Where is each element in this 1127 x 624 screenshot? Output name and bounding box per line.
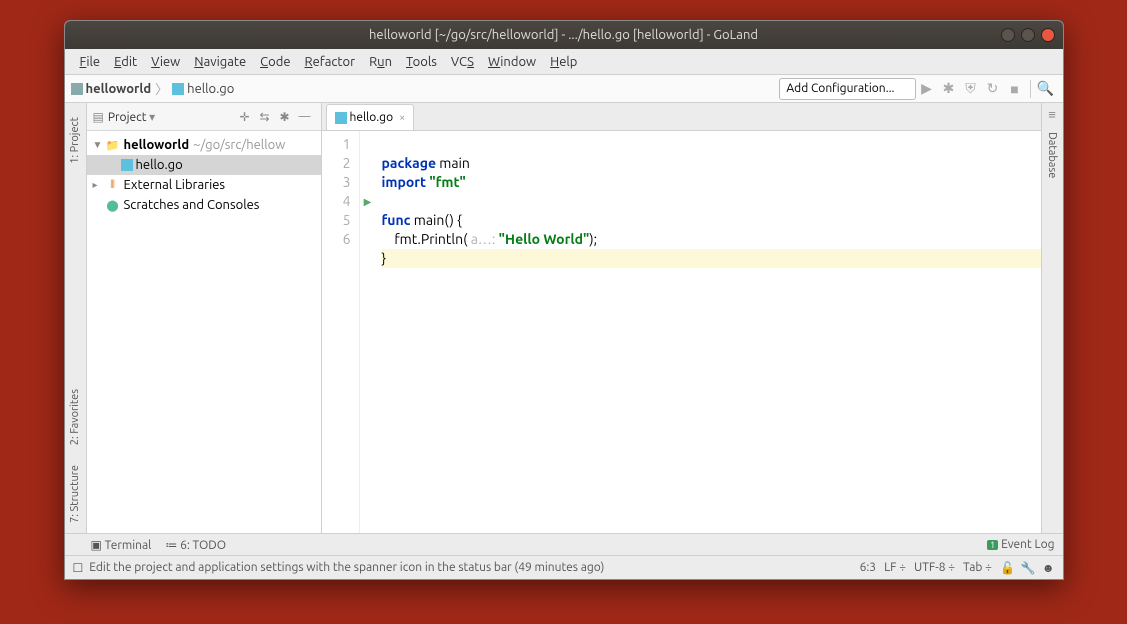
tree-file-hello[interactable]: hello.go xyxy=(87,155,321,175)
add-configuration-button[interactable]: Add Configuration... xyxy=(779,78,915,100)
line-num: 1 xyxy=(322,135,351,154)
todo-tool-tab[interactable]: ≔ 6: TODO xyxy=(165,538,226,552)
settings-wrench-icon[interactable]: 🔧 xyxy=(1021,561,1036,575)
window-buttons xyxy=(1001,28,1055,42)
menu-help[interactable]: Help xyxy=(543,55,584,69)
collapse-icon[interactable]: ⇆ xyxy=(257,109,273,125)
tree-root-path: ~/go/src/hellow xyxy=(193,138,285,152)
library-icon: ⫴ xyxy=(105,179,121,192)
tree-root-label: helloworld xyxy=(124,138,190,152)
close-tab-icon[interactable]: × xyxy=(399,112,405,124)
go-file-icon xyxy=(121,159,133,171)
profile-icon[interactable]: ↻ xyxy=(984,80,1002,98)
divider xyxy=(1030,80,1031,98)
tree-external-libraries[interactable]: ▸⫴ External Libraries xyxy=(87,175,321,195)
menu-view[interactable]: View xyxy=(144,55,187,69)
settings-icon[interactable]: ✱ xyxy=(277,109,293,125)
minimize-button[interactable] xyxy=(1001,28,1015,42)
database-icon[interactable]: ≡ xyxy=(1048,107,1056,122)
line-num: 6 xyxy=(322,230,351,249)
tool-window-bar: ▣ Terminal ≔ 6: TODO 1Event Log xyxy=(65,533,1063,555)
stop-icon[interactable]: ■ xyxy=(1006,80,1024,98)
terminal-tool-tab[interactable]: ▣ Terminal xyxy=(91,538,152,552)
tree-root[interactable]: ▼📁 helloworld ~/go/src/hellow xyxy=(87,135,321,155)
event-log-tab[interactable]: 1Event Log xyxy=(987,538,1054,551)
line-num: 2 xyxy=(322,154,351,173)
tree-scratches[interactable]: ⬤ Scratches and Consoles xyxy=(87,195,321,215)
tree-external-label: External Libraries xyxy=(124,178,226,192)
menu-file[interactable]: File xyxy=(73,55,108,69)
menu-edit[interactable]: Edit xyxy=(107,55,144,69)
titlebar[interactable]: helloworld [~/go/src/helloworld] - .../h… xyxy=(65,21,1063,49)
locate-icon[interactable]: ✛ xyxy=(237,109,253,125)
menu-code[interactable]: Code xyxy=(253,55,297,69)
search-icon[interactable]: 🔍 xyxy=(1037,80,1055,98)
run-line-marker[interactable]: ▶ xyxy=(360,192,376,211)
close-button[interactable] xyxy=(1041,28,1055,42)
breadcrumb-separator: 〉 xyxy=(155,79,168,98)
breadcrumb-project[interactable]: helloworld xyxy=(86,82,152,96)
folder-icon xyxy=(71,83,83,95)
indent[interactable]: Tab ÷ xyxy=(963,561,992,574)
status-checkbox-icon[interactable]: ☐ xyxy=(73,561,84,575)
lock-icon[interactable]: 🔓 xyxy=(1000,561,1015,575)
hide-icon[interactable]: — xyxy=(297,109,313,125)
project-view-icon: ▤ xyxy=(93,110,104,124)
folder-icon: 📁 xyxy=(105,139,121,152)
structure-tool-tab[interactable]: 7: Structure xyxy=(69,465,81,523)
go-file-icon xyxy=(172,83,184,95)
code-editor[interactable]: 1 2 3 4 5 6 ▶ package main import "fmt" … xyxy=(322,131,1041,533)
ide-window: helloworld [~/go/src/helloworld] - .../h… xyxy=(64,20,1064,580)
right-tool-strip: ≡ Database xyxy=(1041,103,1063,533)
favorites-tool-tab[interactable]: 2: Favorites xyxy=(69,389,81,445)
editor-area: hello.go × 1 2 3 4 5 6 ▶ packa xyxy=(322,103,1041,533)
tree-scratches-label: Scratches and Consoles xyxy=(124,198,260,212)
go-file-icon xyxy=(335,112,347,124)
line-separator[interactable]: LF ÷ xyxy=(884,561,906,574)
menu-refactor[interactable]: Refactor xyxy=(298,55,363,69)
line-num: 5 xyxy=(322,211,351,230)
window-title: helloworld [~/go/src/helloworld] - .../h… xyxy=(369,28,758,42)
breadcrumb-file[interactable]: hello.go xyxy=(187,82,234,96)
project-panel-title[interactable]: Project ▾ xyxy=(108,110,235,124)
scratches-icon: ⬤ xyxy=(105,199,121,212)
code-body[interactable]: package main import "fmt" func main() { … xyxy=(376,131,1041,533)
line-num: 4 xyxy=(322,192,351,211)
menu-navigate[interactable]: Navigate xyxy=(187,55,253,69)
encoding[interactable]: UTF-8 ÷ xyxy=(914,561,955,574)
editor-tab-hello[interactable]: hello.go × xyxy=(326,104,415,130)
inspector-icon[interactable]: ☻ xyxy=(1042,561,1055,575)
line-num: 3 xyxy=(322,173,351,192)
caret-position[interactable]: 6:3 xyxy=(860,561,877,574)
run-gutter: ▶ xyxy=(360,131,376,533)
status-tip: Edit the project and application setting… xyxy=(89,561,604,574)
nav-bar: helloworld 〉 hello.go Add Configuration.… xyxy=(65,75,1063,103)
main-area: 1: Project 2: Favorites 7: Structure ▤ P… xyxy=(65,103,1063,533)
menu-bar: File Edit View Navigate Code Refactor Ru… xyxy=(65,49,1063,75)
menu-window[interactable]: Window xyxy=(481,55,543,69)
project-panel-header: ▤ Project ▾ ✛ ⇆ ✱ — xyxy=(87,103,321,131)
editor-tabs: hello.go × xyxy=(322,103,1041,131)
menu-run[interactable]: Run xyxy=(362,55,399,69)
project-tree[interactable]: ▼📁 helloworld ~/go/src/hellow hello.go ▸… xyxy=(87,131,321,533)
editor-tab-label: hello.go xyxy=(350,111,394,124)
status-bar: ☐ Edit the project and application setti… xyxy=(65,555,1063,579)
project-tool-tab[interactable]: 1: Project xyxy=(69,117,81,164)
database-tool-tab[interactable]: Database xyxy=(1046,132,1058,178)
menu-vcs[interactable]: VCS xyxy=(444,55,481,69)
debug-icon[interactable]: ✱ xyxy=(940,80,958,98)
coverage-icon[interactable]: ⛨ xyxy=(962,80,980,98)
tree-file-label: hello.go xyxy=(136,158,183,172)
project-panel: ▤ Project ▾ ✛ ⇆ ✱ — ▼📁 helloworld ~/go/s… xyxy=(87,103,322,533)
line-gutter[interactable]: 1 2 3 4 5 6 xyxy=(322,131,360,533)
maximize-button[interactable] xyxy=(1021,28,1035,42)
run-icon[interactable]: ▶ xyxy=(918,80,936,98)
menu-tools[interactable]: Tools xyxy=(399,55,444,69)
left-tool-strip: 1: Project 2: Favorites 7: Structure xyxy=(65,103,87,533)
